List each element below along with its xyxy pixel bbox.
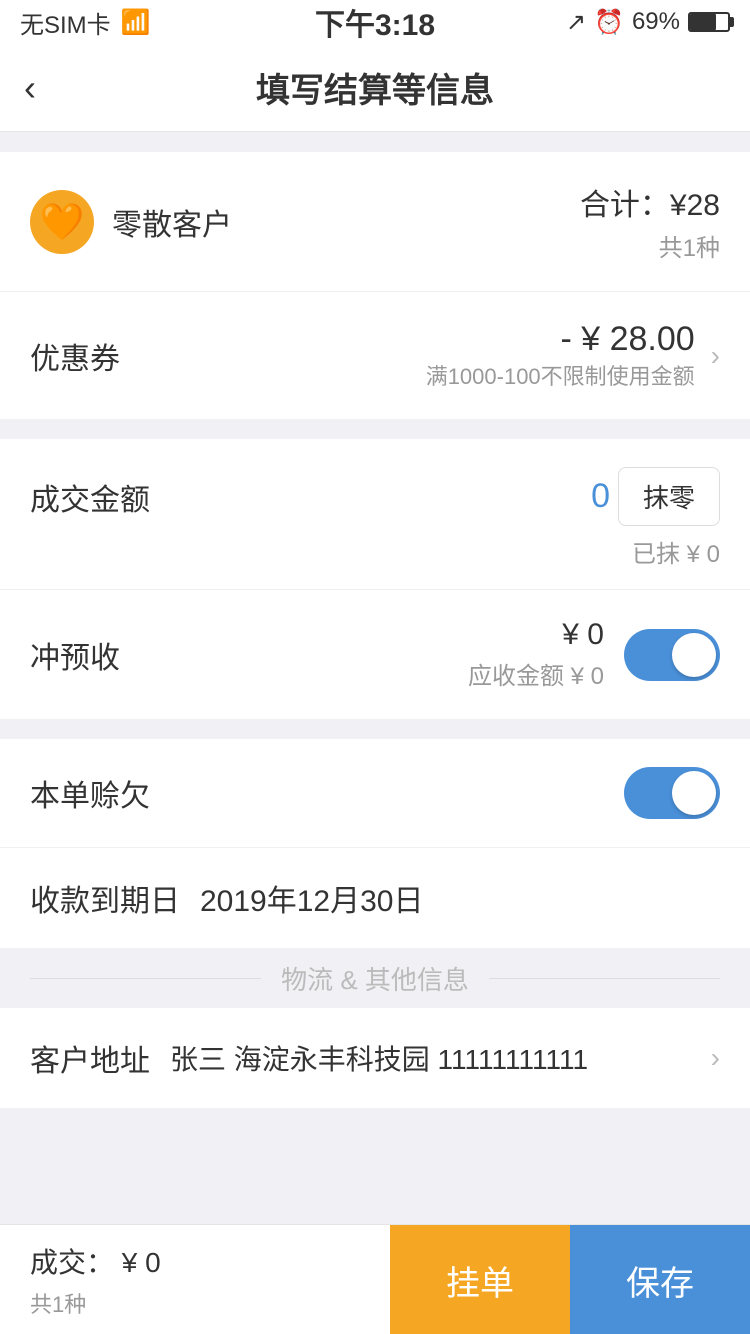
nav-bar: ‹ 填写结算等信息 bbox=[0, 44, 750, 132]
signal-text: 无SIM卡 bbox=[20, 5, 111, 40]
battery-bar bbox=[688, 12, 730, 32]
address-value: 张三 海淀永丰科技园 11111111111 bbox=[170, 1038, 703, 1078]
address-row[interactable]: 客户地址 张三 海淀永丰科技园 11111111111 › bbox=[0, 1008, 750, 1108]
customer-card: 🧡 零散客户 合计：¥28 共1种 优惠券 - ¥ 28.00 满1000-10… bbox=[0, 152, 750, 419]
address-card: 客户地址 张三 海淀永丰科技园 11111111111 › bbox=[0, 1008, 750, 1108]
duedate-row: 收款到期日 2019年12月30日 bbox=[0, 847, 750, 948]
customer-row: 🧡 零散客户 合计：¥28 共1种 bbox=[0, 152, 750, 291]
debt-label: 本单赊欠 bbox=[30, 771, 150, 815]
bottom-deal: 成交： ¥ 0 bbox=[30, 1241, 360, 1281]
status-left: 无SIM卡 📶 bbox=[20, 5, 151, 40]
duedate-label: 收款到期日 bbox=[30, 876, 180, 920]
customer-left: 🧡 零散客户 bbox=[30, 190, 232, 254]
coupon-label: 优惠券 bbox=[30, 334, 120, 378]
total-count: 共1种 bbox=[580, 228, 720, 263]
section-gap-3 bbox=[0, 719, 750, 739]
back-button[interactable]: ‹ bbox=[24, 67, 36, 109]
transaction-right: 0 抹零 bbox=[591, 467, 720, 526]
transaction-section: 成交金额 0 抹零 已抹 ¥ 0 bbox=[0, 439, 750, 589]
page-title: 填写结算等信息 bbox=[256, 63, 494, 112]
logistics-divider: 物流 & 其他信息 bbox=[0, 948, 750, 1008]
prepayment-values: ¥ 0 应收金额 ¥ 0 bbox=[468, 618, 604, 691]
duedate-value: 2019年12月30日 bbox=[200, 876, 423, 920]
coupon-desc: 满1000-100不限制使用金额 bbox=[426, 359, 695, 391]
section-gap-2 bbox=[0, 419, 750, 439]
save-button[interactable]: 保存 bbox=[570, 1225, 750, 1334]
prepayment-toggle[interactable] bbox=[624, 629, 720, 681]
transaction-card: 成交金额 0 抹零 已抹 ¥ 0 冲预收 ¥ 0 应收金额 ¥ 0 bbox=[0, 439, 750, 719]
alarm-icon: ⏰ bbox=[594, 8, 624, 37]
bottom-deal-label: 成交： bbox=[30, 1247, 114, 1278]
coupon-right: - ¥ 28.00 满1000-100不限制使用金额 › bbox=[426, 320, 720, 391]
transaction-value: 0 bbox=[591, 477, 610, 516]
status-right: ↗ ⏰ 69% bbox=[566, 8, 730, 37]
address-chevron-icon: › bbox=[711, 1042, 720, 1074]
coupon-value: - ¥ 28.00 bbox=[426, 320, 695, 359]
avatar: 🧡 bbox=[30, 190, 94, 254]
debt-row: 本单赊欠 bbox=[0, 739, 750, 847]
address-label: 客户地址 bbox=[30, 1036, 150, 1080]
hold-button[interactable]: 挂单 bbox=[390, 1225, 570, 1334]
prepayment-right: ¥ 0 应收金额 ¥ 0 bbox=[468, 618, 720, 691]
prepayment-receivable: 应收金额 ¥ 0 bbox=[468, 656, 604, 691]
battery-fill bbox=[690, 14, 716, 30]
debt-toggle[interactable] bbox=[624, 767, 720, 819]
section-gap-1 bbox=[0, 132, 750, 152]
debt-toggle-knob bbox=[672, 771, 716, 815]
prepayment-label: 冲预收 bbox=[30, 633, 120, 677]
avatar-icon: 🧡 bbox=[40, 201, 85, 243]
status-bar: 无SIM卡 📶 下午3:18 ↗ ⏰ 69% bbox=[0, 0, 750, 44]
logistics-label: 物流 & 其他信息 bbox=[261, 960, 489, 997]
status-time: 下午3:18 bbox=[315, 0, 435, 44]
bottom-bar: 成交： ¥ 0 共1种 挂单 保存 bbox=[0, 1224, 750, 1334]
transaction-top: 成交金额 0 抹零 bbox=[30, 467, 720, 526]
already-rounded: 已抹 ¥ 0 bbox=[30, 534, 720, 569]
debt-card: 本单赊欠 收款到期日 2019年12月30日 bbox=[0, 739, 750, 948]
location-icon: ↗ bbox=[566, 8, 586, 37]
coupon-chevron-icon: › bbox=[711, 340, 720, 372]
toggle-knob bbox=[672, 633, 716, 677]
bottom-count: 共1种 bbox=[30, 1287, 360, 1319]
customer-right: 合计：¥28 共1种 bbox=[580, 180, 720, 263]
battery-percent: 69% bbox=[632, 8, 680, 36]
total-amount: 合计：¥28 bbox=[580, 180, 720, 224]
transaction-label: 成交金额 bbox=[30, 475, 150, 519]
bottom-deal-amount: ¥ 0 bbox=[122, 1247, 161, 1278]
coupon-row[interactable]: 优惠券 - ¥ 28.00 满1000-100不限制使用金额 › bbox=[0, 291, 750, 419]
prepayment-amount: ¥ 0 bbox=[468, 618, 604, 652]
round-off-button[interactable]: 抹零 bbox=[618, 467, 720, 526]
bottom-info: 成交： ¥ 0 共1种 bbox=[0, 1225, 390, 1334]
customer-name: 零散客户 bbox=[112, 200, 232, 244]
prepayment-row: 冲预收 ¥ 0 应收金额 ¥ 0 bbox=[0, 589, 750, 719]
wifi-icon: 📶 bbox=[121, 8, 151, 37]
